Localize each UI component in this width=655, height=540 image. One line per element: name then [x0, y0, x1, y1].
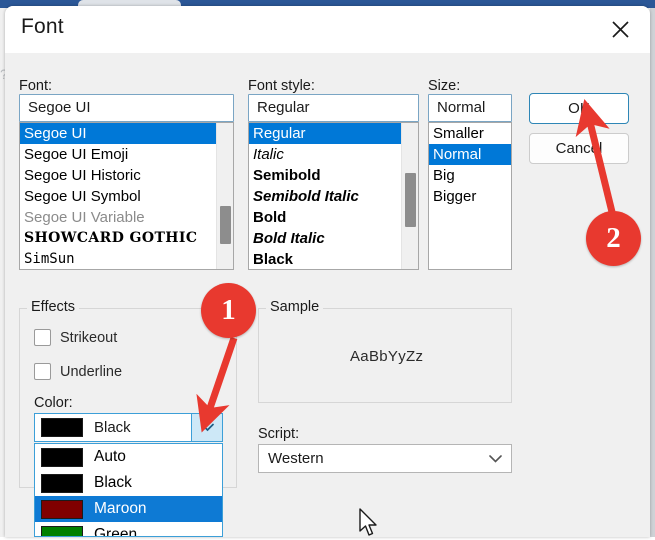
size-list-item-0[interactable]: Smaller: [429, 123, 511, 144]
chevron-down-icon[interactable]: [489, 454, 502, 463]
font-listbox[interactable]: Segoe UI Segoe UI Emoji Segoe UI Historic S…: [19, 122, 234, 270]
font-style-list-item-3[interactable]: Semibold Italic: [249, 186, 418, 207]
underline-checkbox-box[interactable]: [34, 363, 51, 380]
size-input[interactable]: Normal: [428, 94, 512, 122]
size-listbox[interactable]: Smaller Normal Big Bigger: [428, 122, 512, 270]
color-option-swatch: [41, 499, 83, 519]
parent-window-right-edge: [650, 8, 655, 537]
font-list-item-5[interactable]: SHOWCARD GOTHIC: [20, 228, 233, 249]
font-style-list-item-2[interactable]: Semibold: [249, 165, 418, 186]
sample-preview-text: AaBbYyZz: [350, 348, 424, 365]
size-label: Size:: [428, 78, 461, 94]
underline-checkbox[interactable]: Underline: [34, 363, 122, 380]
font-style-input[interactable]: Regular: [248, 94, 419, 122]
font-input[interactable]: Segoe UI: [19, 94, 234, 122]
color-option-swatch: [41, 473, 83, 493]
color-option-label: Auto: [94, 448, 126, 465]
font-style-list-scroll-thumb[interactable]: [405, 173, 416, 227]
dialog-body: Font: Segoe UI Segoe UI Segoe UI Emoji Seg…: [5, 53, 650, 537]
annotation-badge-1: 1: [201, 283, 256, 338]
color-option-1[interactable]: Black: [35, 470, 222, 496]
chevron-down-icon[interactable]: [191, 414, 222, 441]
annotation-badge-2: 2: [586, 211, 641, 266]
font-style-label: Font style:: [248, 78, 315, 94]
color-dropdown-list[interactable]: AutoBlackMaroonGreenOlive: [34, 443, 223, 537]
font-style-list-item-1[interactable]: Italic: [249, 144, 418, 165]
sample-group-title: Sample: [266, 299, 324, 315]
strikeout-label: Strikeout: [60, 329, 118, 346]
size-list-item-1[interactable]: Normal: [429, 144, 511, 165]
close-icon[interactable]: [598, 10, 642, 48]
font-style-list-scrollbar[interactable]: [401, 123, 418, 269]
font-list-scroll-thumb[interactable]: [220, 206, 231, 244]
font-style-list-item-4[interactable]: Bold: [249, 207, 418, 228]
color-option-label: Maroon: [94, 500, 147, 517]
font-list-item-1[interactable]: Segoe UI Emoji: [20, 144, 233, 165]
font-list-item-3[interactable]: Segoe UI Symbol: [20, 186, 233, 207]
color-option-swatch: [41, 447, 83, 467]
color-combobox-value: Black: [94, 419, 131, 436]
size-list-item-2[interactable]: Big: [429, 165, 511, 186]
effects-group-title: Effects: [27, 299, 80, 315]
font-list-item-0[interactable]: Segoe UI: [20, 123, 233, 144]
dialog-titlebar: Font: [5, 6, 650, 53]
cancel-button[interactable]: Cancel: [529, 133, 629, 164]
font-list-item-4[interactable]: Segoe UI Variable: [20, 207, 233, 228]
color-label: Color:: [34, 395, 73, 411]
color-option-2[interactable]: Maroon: [35, 496, 222, 522]
font-style-listbox[interactable]: Regular Italic Semibold Semibold Italic Bold…: [248, 122, 419, 270]
color-combobox[interactable]: Black: [34, 413, 223, 442]
color-option-label: Green: [94, 526, 138, 537]
font-list-scrollbar[interactable]: [216, 123, 233, 269]
strikeout-checkbox[interactable]: Strikeout: [34, 329, 117, 346]
font-style-list-item-0[interactable]: Regular: [249, 123, 418, 144]
font-list-item-2[interactable]: Segoe UI Historic: [20, 165, 233, 186]
color-combobox-swatch: [41, 418, 83, 437]
font-style-list-item-6[interactable]: Black: [249, 249, 418, 269]
size-list-item-3[interactable]: Bigger: [429, 186, 511, 207]
script-combobox[interactable]: Western: [258, 444, 512, 473]
color-option-0[interactable]: Auto: [35, 444, 222, 470]
font-label: Font:: [19, 78, 53, 94]
font-style-list-item-5[interactable]: Bold Italic: [249, 228, 418, 249]
font-list-item-6[interactable]: SimSun: [20, 249, 233, 269]
font-dialog: Font Font: Segoe UI Segoe UI Segoe UI Emo…: [5, 6, 650, 537]
color-option-swatch: [41, 525, 83, 536]
dialog-title: Font: [21, 15, 64, 38]
color-option-label: Black: [94, 474, 132, 491]
underline-label: Underline: [60, 363, 123, 380]
size-list-items[interactable]: Smaller Normal Big Bigger: [429, 123, 511, 269]
script-combobox-value: Western: [268, 450, 324, 467]
color-option-3[interactable]: Green: [35, 522, 222, 537]
font-list-items[interactable]: Segoe UI Segoe UI Emoji Segoe UI Historic S…: [20, 123, 233, 269]
font-style-list-items[interactable]: Regular Italic Semibold Semibold Italic Bold…: [249, 123, 418, 269]
script-label: Script:: [258, 426, 300, 442]
strikeout-checkbox-box[interactable]: [34, 329, 51, 346]
ok-button[interactable]: OK: [529, 93, 629, 124]
